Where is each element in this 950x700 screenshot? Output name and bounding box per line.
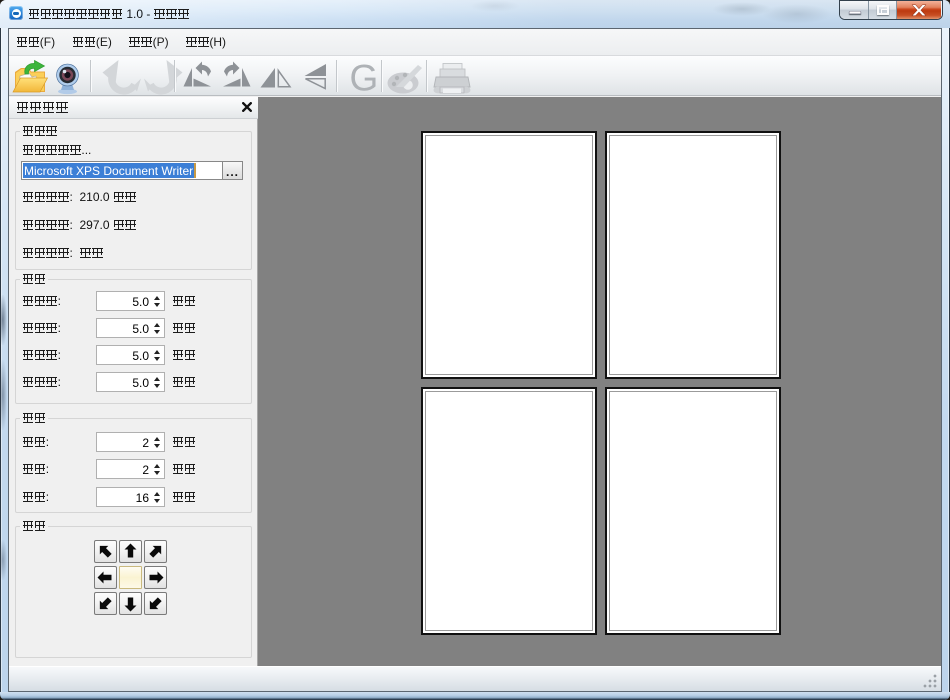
- svg-text:G: G: [350, 58, 379, 97]
